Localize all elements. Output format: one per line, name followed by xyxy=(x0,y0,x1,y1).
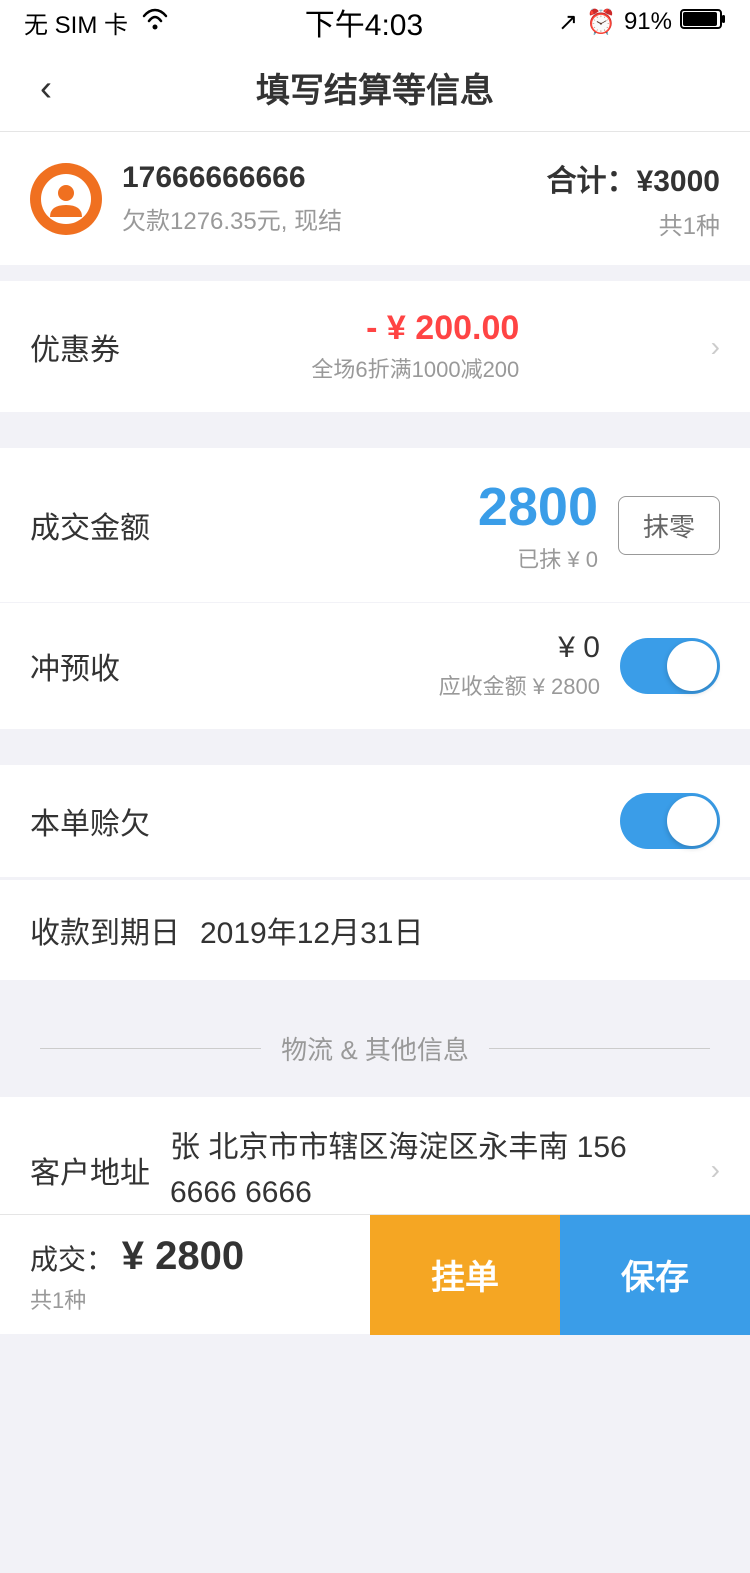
debt-toggle-thumb xyxy=(667,796,717,846)
customer-total: 合计：¥3000 共1种 xyxy=(547,156,720,241)
no-sim-label: 无 SIM 卡 xyxy=(24,5,128,40)
due-date-row: 收款到期日 2019年12月31日 xyxy=(30,908,720,952)
battery-label: 91% xyxy=(624,8,672,36)
prepaid-value: ¥ 0 应收金额 ¥ 2800 xyxy=(439,631,600,701)
prepaid-toggle[interactable] xyxy=(620,638,720,694)
bottom-deal-amount: ¥ 2800 xyxy=(122,1234,244,1278)
total-amount: 合计：¥3000 xyxy=(547,156,720,200)
wifi-icon xyxy=(140,8,170,37)
customer-card: 17666666666 欠款1276.35元, 现结 合计：¥3000 共1种 xyxy=(0,132,750,265)
section-divider-3 xyxy=(0,980,750,1000)
toggle-thumb xyxy=(667,641,717,691)
deal-amount-sub: 已抹 ¥ 0 xyxy=(478,542,598,574)
address-value: 张 北京市市辖区海淀区永丰南 156 6666 6666 xyxy=(170,1125,691,1215)
bottom-bar: 成交： ¥ 2800 共1种 挂单 保存 xyxy=(0,1214,750,1334)
chevron-right-icon: › xyxy=(711,331,720,363)
section-divider-2 xyxy=(0,729,750,749)
due-date-label: 收款到期日 xyxy=(30,908,180,952)
avatar xyxy=(30,163,102,235)
address-chevron-right-icon: › xyxy=(711,1154,720,1186)
location-icon: ↗ xyxy=(558,8,578,37)
customer-left: 17666666666 欠款1276.35元, 现结 xyxy=(30,161,342,236)
section-divider-1 xyxy=(0,428,750,448)
save-button[interactable]: 保存 xyxy=(560,1215,750,1335)
page-title: 填写结算等信息 xyxy=(256,63,494,112)
coupon-desc: 全场6折满1000减200 xyxy=(311,352,519,384)
address-label: 客户地址 xyxy=(30,1148,150,1192)
prepaid-row: 冲预收 ¥ 0 应收金额 ¥ 2800 xyxy=(0,603,750,729)
amount-right: 2800 已抹 ¥ 0 抹零 xyxy=(478,476,720,574)
prepaid-right: ¥ 0 应收金额 ¥ 2800 xyxy=(439,631,720,701)
deal-amount-label: 成交金额 xyxy=(30,503,150,547)
logistics-line-right xyxy=(489,1048,710,1049)
debt-section: 本单赊欠 xyxy=(0,765,750,877)
nav-bar: ‹ 填写结算等信息 xyxy=(0,44,750,132)
amount-row: 成交金额 2800 已抹 ¥ 0 抹零 xyxy=(0,448,750,603)
coupon-label: 优惠券 xyxy=(30,325,120,369)
bottom-deal-row: 成交： ¥ 2800 xyxy=(30,1234,340,1279)
bottom-deal-count: 共1种 xyxy=(30,1283,340,1315)
total-count: 共1种 xyxy=(547,206,720,241)
coupon-value: - ¥ 200.00 xyxy=(311,309,519,348)
back-button[interactable]: ‹ xyxy=(30,57,62,119)
status-left: 无 SIM 卡 xyxy=(24,5,170,40)
prepaid-label: 冲预收 xyxy=(30,644,120,688)
hold-order-button[interactable]: 挂单 xyxy=(370,1215,560,1335)
debt-label: 本单赊欠 xyxy=(30,799,150,843)
prepaid-amount: ¥ 0 xyxy=(439,631,600,665)
logistics-text: 物流 & 其他信息 xyxy=(261,1030,489,1067)
status-bar: 无 SIM 卡 下午4:03 ↗ ⏰ 91% xyxy=(0,0,750,44)
customer-debt: 欠款1276.35元, 现结 xyxy=(122,201,342,236)
logistics-line-left xyxy=(40,1048,261,1049)
battery-icon xyxy=(680,8,726,37)
due-date-section: 收款到期日 2019年12月31日 xyxy=(0,879,750,980)
status-right: ↗ ⏰ 91% xyxy=(558,8,726,37)
coupon-right: - ¥ 200.00 全场6折满1000减200 xyxy=(311,309,519,384)
due-date-value: 2019年12月31日 xyxy=(200,908,423,952)
coupon-row[interactable]: 优惠券 - ¥ 200.00 全场6折满1000减200 › xyxy=(0,281,750,412)
round-button[interactable]: 抹零 xyxy=(618,496,720,555)
status-time: 下午4:03 xyxy=(305,0,423,44)
prepaid-desc: 应收金额 ¥ 2800 xyxy=(439,669,600,701)
amount-section: 成交金额 2800 已抹 ¥ 0 抹零 冲预收 ¥ 0 应收金额 ¥ 2800 xyxy=(0,448,750,729)
bottom-summary: 成交： ¥ 2800 共1种 xyxy=(0,1234,370,1315)
deal-amount-value: 2800 xyxy=(478,476,598,538)
customer-info: 17666666666 欠款1276.35元, 现结 xyxy=(122,161,342,236)
customer-phone: 17666666666 xyxy=(122,161,342,195)
logistics-divider: 物流 & 其他信息 xyxy=(0,1030,750,1067)
content: 17666666666 欠款1276.35元, 现结 合计：¥3000 共1种 … xyxy=(0,132,750,1573)
bottom-deal-label: 成交： xyxy=(30,1244,114,1275)
alarm-icon: ⏰ xyxy=(586,8,616,37)
debt-toggle[interactable] xyxy=(620,793,720,849)
